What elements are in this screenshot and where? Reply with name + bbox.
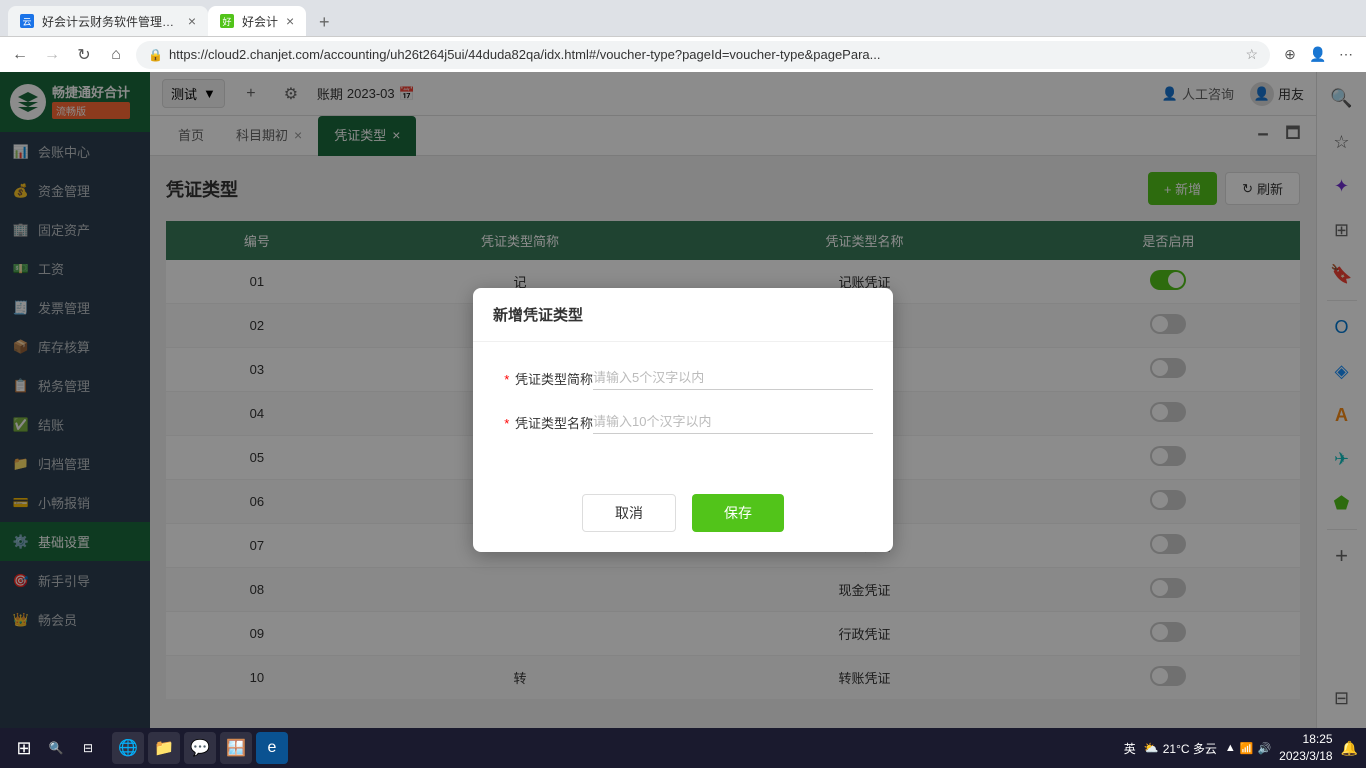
tab-bar: 云 好会计云财务软件管理系统_会计 × 好 好会计 × + xyxy=(0,0,1366,36)
tab-close-2[interactable]: × xyxy=(286,13,294,29)
taskbar-app-windows[interactable]: 🪟 xyxy=(220,732,252,764)
modal-overlay: 新增凭证类型 * 凭证类型简称 * 凭证类型名称 取消 保存 xyxy=(0,72,1366,768)
extensions-btn[interactable]: ⊕ xyxy=(1278,43,1302,67)
url-bar[interactable]: 🔒 https://cloud2.chanjet.com/accounting/… xyxy=(136,41,1270,69)
taskbar: ⊞ 🔍 ⊟ 🌐 📁 💬 🪟 e 英 ⛅ 21°C 多云 ▲ 📶 🔊 18:25 … xyxy=(0,728,1366,768)
taskbar-search-button[interactable]: 🔍 xyxy=(40,732,72,764)
tab-active[interactable]: 好 好会计 × xyxy=(208,6,306,36)
browser-chrome: 云 好会计云财务软件管理系统_会计 × 好 好会计 × + ← → ↻ ⌂ 🔒 … xyxy=(0,0,1366,72)
short-required: * xyxy=(504,372,509,387)
taskbar-app-browser[interactable]: 🌐 xyxy=(112,732,144,764)
taskbar-apps: 🌐 📁 💬 🪟 e xyxy=(112,732,288,764)
weather-temp: 21°C 多云 xyxy=(1163,740,1217,757)
profile-btn[interactable]: 👤 xyxy=(1306,43,1330,67)
modal-header: 新增凭证类型 xyxy=(473,288,893,342)
tab-favicon-1: 云 xyxy=(20,14,34,28)
more-btn[interactable]: ⋯ xyxy=(1334,43,1358,67)
name-label: * 凭证类型名称 xyxy=(493,413,593,432)
tab-close-1[interactable]: × xyxy=(188,13,196,29)
address-bar: ← → ↻ ⌂ 🔒 https://cloud2.chanjet.com/acc… xyxy=(0,36,1366,72)
url-text: https://cloud2.chanjet.com/accounting/uh… xyxy=(169,47,1239,62)
modal-footer: 取消 保存 xyxy=(473,478,893,552)
lock-icon: 🔒 xyxy=(148,48,163,62)
taskbar-icons-area[interactable]: ▲ 📶 🔊 xyxy=(1225,742,1271,755)
taskbar-language[interactable]: 英 xyxy=(1124,740,1136,757)
taskbar-notification[interactable]: 🔔 xyxy=(1341,740,1358,757)
taskbar-app-edge[interactable]: e xyxy=(256,732,288,764)
refresh-button[interactable]: ↻ xyxy=(72,43,96,67)
taskbar-right: 英 ⛅ 21°C 多云 ▲ 📶 🔊 18:25 2023/3/18 🔔 xyxy=(1124,731,1358,765)
add-voucher-type-modal: 新增凭证类型 * 凭证类型简称 * 凭证类型名称 取消 保存 xyxy=(473,288,893,552)
cancel-button[interactable]: 取消 xyxy=(582,494,676,532)
name-input[interactable] xyxy=(593,410,873,434)
taskbar-time: 18:25 xyxy=(1279,731,1332,748)
weather-icon: ⛅ xyxy=(1144,741,1159,755)
tab-favicon-2: 好 xyxy=(220,14,234,28)
name-form-row: * 凭证类型名称 xyxy=(493,410,873,434)
save-button[interactable]: 保存 xyxy=(692,494,784,532)
short-input[interactable] xyxy=(593,366,873,390)
taskbar-weather[interactable]: ⛅ 21°C 多云 xyxy=(1144,740,1217,757)
taskbar-date: 2023/3/18 xyxy=(1279,748,1332,765)
start-button[interactable]: ⊞ xyxy=(8,732,40,764)
back-button[interactable]: ← xyxy=(8,43,32,67)
tab-inactive[interactable]: 云 好会计云财务软件管理系统_会计 × xyxy=(8,6,208,36)
taskbar-app-explorer[interactable]: 📁 xyxy=(148,732,180,764)
taskbar-widgets-button[interactable]: ⊟ xyxy=(72,732,104,764)
name-required: * xyxy=(504,416,509,431)
home-button[interactable]: ⌂ xyxy=(104,43,128,67)
tab-label-1: 好会计云财务软件管理系统_会计 xyxy=(42,13,180,30)
short-form-row: * 凭证类型简称 xyxy=(493,366,873,390)
modal-title: 新增凭证类型 xyxy=(493,307,583,324)
modal-body: * 凭证类型简称 * 凭证类型名称 xyxy=(473,342,893,478)
tab-label-2: 好会计 xyxy=(242,13,278,30)
url-star[interactable]: ☆ xyxy=(1245,46,1258,63)
taskbar-app-wechat[interactable]: 💬 xyxy=(184,732,216,764)
browser-actions: ⊕ 👤 ⋯ xyxy=(1278,43,1358,67)
short-label: * 凭证类型简称 xyxy=(493,369,593,388)
new-tab-button[interactable]: + xyxy=(310,8,338,36)
forward-button[interactable]: → xyxy=(40,43,64,67)
taskbar-clock[interactable]: 18:25 2023/3/18 xyxy=(1279,731,1332,765)
